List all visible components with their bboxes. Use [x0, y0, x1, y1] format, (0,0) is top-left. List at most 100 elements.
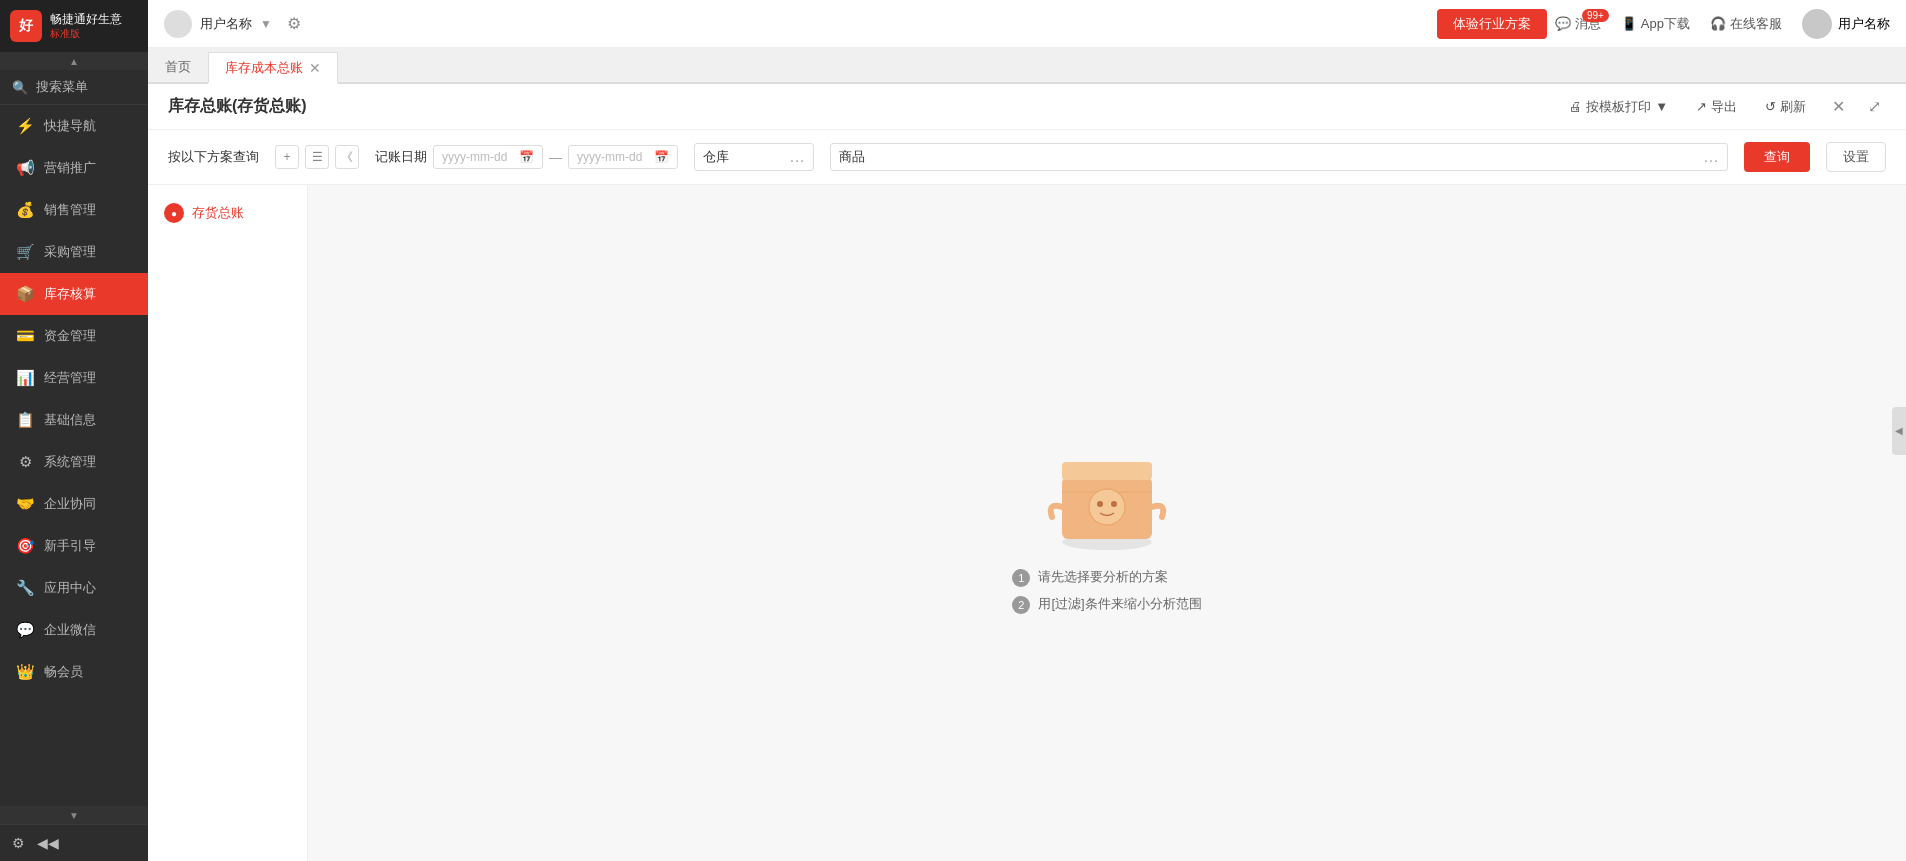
topbar-settings-btn[interactable]: ⚙: [280, 10, 308, 38]
user-avatar-top: [1802, 9, 1832, 39]
svg-point-6: [1089, 489, 1125, 525]
sidebar-settings-btn[interactable]: ⚙: [12, 835, 25, 851]
hint-num-1: 1: [1012, 569, 1030, 587]
topbar-username: 用户名称: [200, 15, 252, 33]
sidebar-scroll-up[interactable]: ▲: [0, 52, 148, 70]
filter-label: 按以下方案查询: [168, 148, 259, 166]
calendar-from-icon[interactable]: 📅: [519, 150, 534, 164]
filter-add-btn[interactable]: +: [275, 145, 299, 169]
industry-btn[interactable]: 体验行业方案: [1437, 9, 1547, 39]
topbar-user-info: 用户名称: [1802, 9, 1890, 39]
inventory-icon: 📦: [16, 285, 34, 303]
search-icon: 🔍: [12, 80, 28, 95]
right-edge-expand-btn[interactable]: ◀: [1892, 407, 1906, 455]
wecom-icon: 💬: [16, 621, 34, 639]
filter-collapse-btn[interactable]: 《: [335, 145, 359, 169]
sidebar-item-newbie[interactable]: 🎯 新手引导: [0, 525, 148, 567]
user-avatar-small: [164, 10, 192, 38]
warehouse-more-icon[interactable]: …: [789, 148, 805, 166]
empty-hints: 1 请先选择要分析的方案 2 用[过滤]条件来缩小分析范围: [1012, 568, 1201, 614]
refresh-btn[interactable]: ↺ 刷新: [1757, 94, 1814, 120]
sidebar-item-inventory[interactable]: 📦 库存核算: [0, 273, 148, 315]
sidebar-item-marketing[interactable]: 📢 营销推广: [0, 147, 148, 189]
sidebar-item-basic[interactable]: 📋 基础信息: [0, 399, 148, 441]
support-icon: 🎧: [1710, 16, 1726, 31]
goods-field[interactable]: 商品 …: [830, 143, 1728, 171]
export-icon: ↗: [1696, 99, 1707, 114]
print-btn[interactable]: 🖨 按模板打印 ▼: [1561, 94, 1676, 120]
scheme-item-inventory-total[interactable]: ● 存货总账: [148, 193, 307, 233]
vip-icon: 👑: [16, 663, 34, 681]
sidebar-item-system[interactable]: ⚙ 系统管理: [0, 441, 148, 483]
sidebar-item-quick-nav[interactable]: ⚡ 快捷导航: [0, 105, 148, 147]
sidebar-item-enterprise[interactable]: 🤝 企业协同: [0, 483, 148, 525]
main-panel: 1 请先选择要分析的方案 2 用[过滤]条件来缩小分析范围: [308, 185, 1906, 861]
tab-close-btn[interactable]: ✕: [309, 61, 321, 75]
logo-text: 畅捷通好生意 标准版: [50, 11, 122, 42]
sidebar-search-btn[interactable]: 🔍 搜索菜单: [0, 70, 148, 105]
scheme-section: ● 存货总账: [148, 185, 308, 861]
sidebar-item-appstore[interactable]: 🔧 应用中心: [0, 567, 148, 609]
query-btn[interactable]: 查询: [1744, 142, 1810, 172]
close-panel-btn[interactable]: ✕: [1826, 95, 1850, 119]
system-icon: ⚙: [16, 453, 34, 471]
business-icon: 📊: [16, 369, 34, 387]
content-area: ● 存货总账: [148, 185, 1906, 861]
enterprise-icon: 🤝: [16, 495, 34, 513]
refresh-icon: ↺: [1765, 99, 1776, 114]
tab-inventory-cost[interactable]: 库存成本总账 ✕: [208, 52, 338, 84]
calendar-to-icon[interactable]: 📅: [654, 150, 669, 164]
sidebar-footer: ⚙ ◀◀: [0, 824, 148, 861]
main-content: 用户名称 ▼ ⚙ 体验行业方案 💬 消息 99+ 📱 App下载 🎧 在线客服 …: [148, 0, 1906, 861]
funds-icon: 💳: [16, 327, 34, 345]
sidebar-item-vip[interactable]: 👑 畅会员: [0, 651, 148, 693]
topbar-dropdown-btn[interactable]: ▼: [260, 17, 272, 31]
topbar-messages-btn[interactable]: 💬 消息 99+: [1555, 15, 1601, 33]
date-separator: —: [549, 150, 562, 165]
quick-nav-icon: ⚡: [16, 117, 34, 135]
settings-btn[interactable]: 设置: [1826, 142, 1886, 172]
page-header: 库存总账(存货总账) 🖨 按模板打印 ▼ ↗ 导出 ↺ 刷新 ✕ ⤢: [148, 84, 1906, 130]
marketing-icon: 📢: [16, 159, 34, 177]
newbie-icon: 🎯: [16, 537, 34, 555]
page-title: 库存总账(存货总账): [168, 96, 307, 117]
date-from-input[interactable]: yyyy-mm-dd 📅: [433, 145, 543, 169]
empty-hint-1: 1 请先选择要分析的方案: [1012, 568, 1201, 587]
svg-rect-4: [1062, 462, 1152, 480]
topbar-app-download-btn[interactable]: 📱 App下载: [1621, 15, 1690, 33]
messages-icon: 💬: [1555, 16, 1571, 31]
topbar-right: 💬 消息 99+ 📱 App下载 🎧 在线客服 用户名称: [1555, 9, 1890, 39]
empty-state: 1 请先选择要分析的方案 2 用[过滤]条件来缩小分析范围: [308, 185, 1906, 861]
sidebar: 好 畅捷通好生意 标准版 ▲ 🔍 搜索菜单 ⚡ 快捷导航 📢 营销推广 💰 销售…: [0, 0, 148, 861]
svg-point-7: [1097, 501, 1103, 507]
sidebar-item-business[interactable]: 📊 经营管理: [0, 357, 148, 399]
header-actions: 🖨 按模板打印 ▼ ↗ 导出 ↺ 刷新 ✕ ⤢: [1561, 94, 1886, 120]
purchase-icon: 🛒: [16, 243, 34, 261]
sidebar-item-wecom[interactable]: 💬 企业微信: [0, 609, 148, 651]
topbar: 用户名称 ▼ ⚙ 体验行业方案 💬 消息 99+ 📱 App下载 🎧 在线客服 …: [148, 0, 1906, 48]
tab-bar: 首页 库存成本总账 ✕: [148, 48, 1906, 84]
date-label: 记账日期: [375, 148, 427, 166]
sidebar-item-funds[interactable]: 💳 资金管理: [0, 315, 148, 357]
svg-point-8: [1111, 501, 1117, 507]
topbar-support-btn[interactable]: 🎧 在线客服: [1710, 15, 1782, 33]
export-btn[interactable]: ↗ 导出: [1688, 94, 1745, 120]
sidebar-scroll-down[interactable]: ▼: [0, 806, 148, 824]
topbar-user-display: 用户名称: [1838, 15, 1890, 33]
goods-more-icon[interactable]: …: [1703, 148, 1719, 166]
date-to-input[interactable]: yyyy-mm-dd 📅: [568, 145, 678, 169]
messages-badge: 99+: [1582, 9, 1609, 22]
sidebar-logo: 好 畅捷通好生意 标准版: [0, 0, 148, 52]
sidebar-collapse-btn[interactable]: ◀◀: [37, 835, 59, 851]
tab-home[interactable]: 首页: [148, 50, 208, 82]
filter-bar: 按以下方案查询 + ☰ 《 记账日期 yyyy-mm-dd 📅 — yyyy-m…: [148, 130, 1906, 185]
sidebar-item-sales[interactable]: 💰 销售管理: [0, 189, 148, 231]
expand-btn[interactable]: ⤢: [1862, 95, 1886, 119]
hint-num-2: 2: [1012, 596, 1030, 614]
sidebar-item-purchase[interactable]: 🛒 采购管理: [0, 231, 148, 273]
empty-hint-2: 2 用[过滤]条件来缩小分析范围: [1012, 595, 1201, 614]
filter-settings-btn[interactable]: ☰: [305, 145, 329, 169]
date-input-group: 记账日期 yyyy-mm-dd 📅 — yyyy-mm-dd 📅: [375, 145, 678, 169]
filter-actions: + ☰ 《: [275, 145, 359, 169]
warehouse-field[interactable]: 仓库 …: [694, 143, 814, 171]
